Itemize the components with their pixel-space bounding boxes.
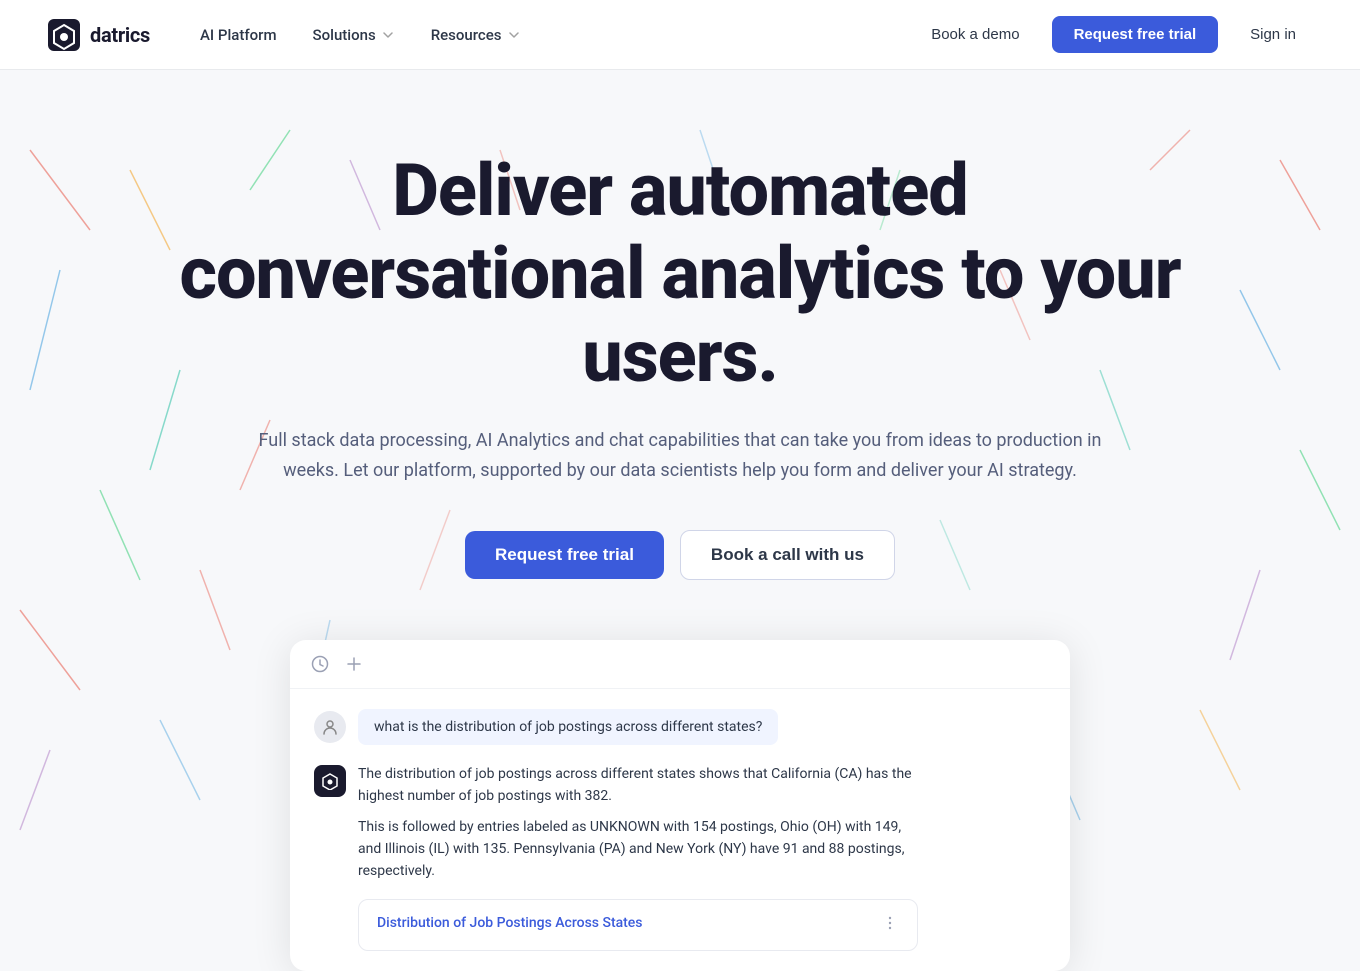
nav-item-resources[interactable]: Resources (417, 18, 535, 52)
hero-buttons: Request free trial Book a call with us (465, 530, 895, 580)
bot-avatar (314, 765, 346, 797)
navbar: datrics AI Platform Solutions Resources … (0, 0, 1360, 70)
nav-item-solutions[interactable]: Solutions (299, 18, 409, 52)
logo[interactable]: datrics (48, 19, 150, 51)
logo-text: datrics (90, 23, 150, 47)
hero-section: Deliver automated conversational analyti… (0, 70, 1360, 971)
signin-button[interactable]: Sign in (1234, 18, 1312, 51)
add-icon[interactable] (344, 654, 364, 674)
more-options-icon[interactable] (881, 914, 899, 932)
hero-title: Deliver automated conversational analyti… (155, 150, 1205, 398)
hero-subtitle: Full stack data processing, AI Analytics… (250, 426, 1110, 485)
nav-item-platform[interactable]: AI Platform (186, 18, 291, 52)
chevron-down-icon-2 (507, 28, 521, 42)
bot-response-line2: This is followed by entries labeled as U… (358, 816, 918, 883)
chat-toolbar (290, 640, 1070, 689)
bot-bubble: The distribution of job postings across … (358, 763, 918, 883)
chart-title: Distribution of Job Postings Across Stat… (377, 915, 643, 931)
hero-book-call-button[interactable]: Book a call with us (680, 530, 895, 580)
chat-body: what is the distribution of job postings… (290, 689, 1070, 971)
user-avatar (314, 711, 346, 743)
chart-header: Distribution of Job Postings Across Stat… (377, 914, 899, 932)
chart-preview-container: Distribution of Job Postings Across Stat… (358, 899, 918, 951)
bot-message: The distribution of job postings across … (314, 763, 1046, 883)
logo-icon (48, 19, 80, 51)
user-icon (321, 718, 339, 736)
bot-response-line1: The distribution of job postings across … (358, 763, 918, 808)
chat-preview-card: what is the distribution of job postings… (290, 640, 1070, 971)
book-demo-button[interactable]: Book a demo (915, 18, 1035, 51)
nav-left: datrics AI Platform Solutions Resources (48, 18, 535, 52)
user-bubble: what is the distribution of job postings… (358, 709, 778, 745)
nav-right: Book a demo Request free trial Sign in (915, 16, 1312, 53)
request-trial-nav-button[interactable]: Request free trial (1052, 16, 1219, 53)
history-icon[interactable] (310, 654, 330, 674)
hero-request-trial-button[interactable]: Request free trial (465, 531, 664, 579)
bot-logo-icon (321, 772, 339, 790)
nav-links: AI Platform Solutions Resources (186, 18, 535, 52)
chevron-down-icon (381, 28, 395, 42)
user-message: what is the distribution of job postings… (314, 709, 1046, 745)
hero-content: Deliver automated conversational analyti… (130, 70, 1230, 640)
